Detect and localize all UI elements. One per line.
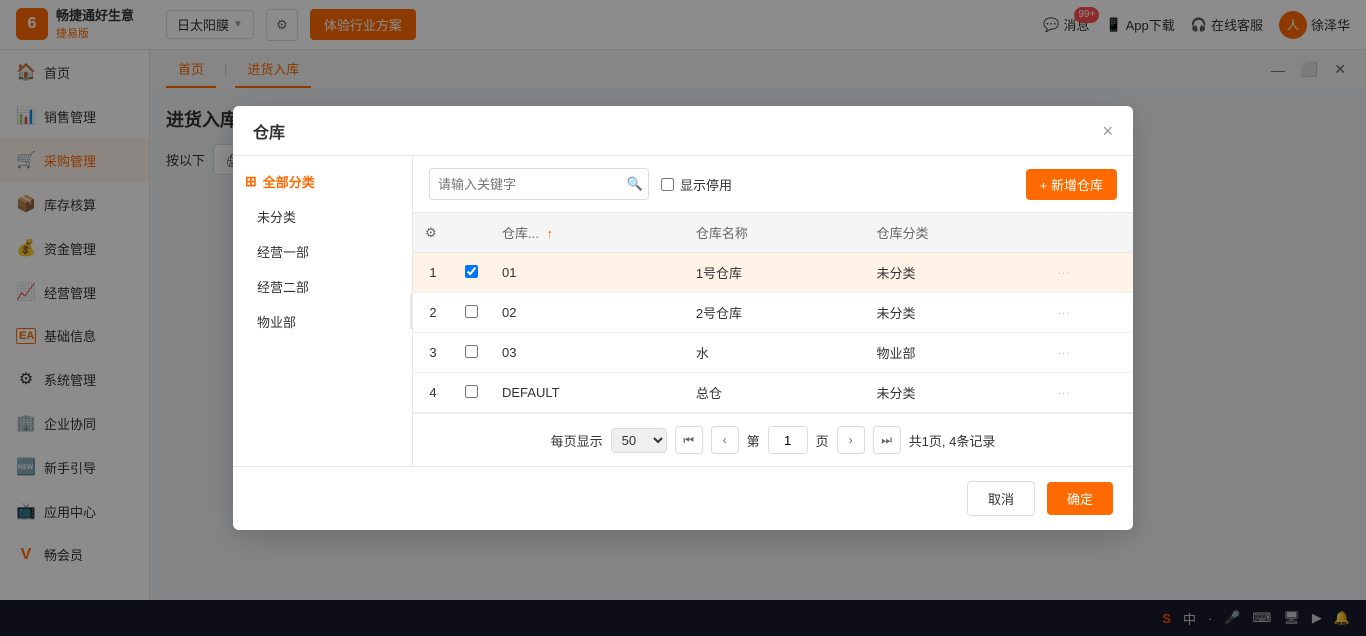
page-suffix: 页 (816, 431, 829, 450)
row-number: 2 (413, 293, 453, 333)
th-checkbox (453, 213, 490, 253)
collapse-panel-button[interactable]: « (410, 293, 413, 329)
row-name: 2号仓库 (684, 293, 865, 333)
row-checkbox[interactable] (465, 385, 478, 398)
page-input[interactable] (768, 426, 808, 454)
row-number: 4 (413, 373, 453, 413)
row-checkbox-cell[interactable] (453, 333, 490, 373)
row-actions[interactable]: ··· (1045, 333, 1133, 373)
row-name: 水 (684, 333, 865, 373)
row-number: 1 (413, 253, 453, 293)
warehouse-modal: 仓库 × ⊞ 全部分类 未分类 经营一部 经营二部 (233, 106, 1133, 530)
confirm-button[interactable]: 确定 (1047, 482, 1113, 515)
warehouse-table: ⚙ 仓库... ↑ 仓库名称 仓库分类 (413, 213, 1133, 413)
row-number: 3 (413, 333, 453, 373)
total-label: 共1页, 4条记录 (909, 431, 996, 450)
show-disabled-label[interactable]: 显示停用 (661, 175, 732, 194)
row-actions[interactable]: ··· (1045, 373, 1133, 413)
category-item-property[interactable]: 物业部 (233, 304, 412, 339)
gear-icon: ⚙ (425, 225, 437, 240)
data-table-wrap: ⚙ 仓库... ↑ 仓库名称 仓库分类 (413, 213, 1133, 413)
row-checkbox-cell[interactable] (453, 293, 490, 333)
table-panel: 🔍 显示停用 + 新增仓库 ⚙ (413, 156, 1133, 466)
row-category: 未分类 (864, 373, 1045, 413)
row-code: 03 (490, 333, 684, 373)
th-category: 仓库分类 (864, 213, 1045, 253)
category-item-ops2[interactable]: 经营二部 (233, 269, 412, 304)
table-toolbar: 🔍 显示停用 + 新增仓库 (413, 156, 1133, 213)
modal-header: 仓库 × (233, 106, 1133, 156)
category-panel: ⊞ 全部分类 未分类 经营一部 经营二部 物业部 « (233, 156, 413, 466)
category-item-ops1[interactable]: 经营一部 (233, 234, 412, 269)
row-code: 02 (490, 293, 684, 333)
search-input-wrap: 🔍 (429, 168, 649, 200)
modal-body: ⊞ 全部分类 未分类 经营一部 经营二部 物业部 « (233, 156, 1133, 466)
add-warehouse-button[interactable]: + 新增仓库 (1026, 169, 1117, 200)
modal-footer: 取消 确定 (233, 466, 1133, 530)
th-actions (1045, 213, 1133, 253)
th-code: 仓库... ↑ (490, 213, 684, 253)
row-code: DEFAULT (490, 373, 684, 413)
modal-close-button[interactable]: × (1102, 122, 1113, 140)
th-name: 仓库名称 (684, 213, 865, 253)
next-page-button[interactable]: › (837, 426, 865, 454)
first-page-button[interactable]: ⏮ (675, 426, 703, 454)
row-checkbox[interactable] (465, 305, 478, 318)
row-name: 总仓 (684, 373, 865, 413)
per-page-label: 每页显示 (551, 431, 603, 450)
page-prefix: 第 (747, 431, 760, 450)
table-row[interactable]: 1 01 1号仓库 未分类 ··· (413, 253, 1133, 293)
table-row[interactable]: 4 DEFAULT 总仓 未分类 ··· (413, 373, 1133, 413)
modal-overlay: 仓库 × ⊞ 全部分类 未分类 经营一部 经营二部 (0, 0, 1366, 636)
row-checkbox-cell[interactable] (453, 253, 490, 293)
th-settings: ⚙ (413, 213, 453, 253)
page-size-select[interactable]: 50 100 200 (611, 428, 667, 453)
last-page-button[interactable]: ⏭ (873, 426, 901, 454)
row-category: 未分类 (864, 293, 1045, 333)
show-disabled-checkbox[interactable] (661, 178, 674, 191)
sort-icon[interactable]: ↑ (546, 226, 553, 241)
row-code: 01 (490, 253, 684, 293)
grid-icon: ⊞ (245, 173, 257, 190)
prev-page-button[interactable]: ‹ (711, 426, 739, 454)
search-input[interactable] (430, 169, 622, 199)
pagination-bar: 每页显示 50 100 200 ⏮ ‹ 第 页 › ⏭ 共1页, 4条记录 (413, 413, 1133, 466)
row-category: 未分类 (864, 253, 1045, 293)
row-actions[interactable]: ··· (1045, 253, 1133, 293)
table-row[interactable]: 2 02 2号仓库 未分类 ··· (413, 293, 1133, 333)
row-checkbox[interactable] (465, 265, 478, 278)
all-categories-item[interactable]: ⊞ 全部分类 (233, 164, 412, 199)
table-row[interactable]: 3 03 水 物业部 ··· (413, 333, 1133, 373)
category-item-none[interactable]: 未分类 (233, 199, 412, 234)
search-icon[interactable]: 🔍 (622, 168, 648, 200)
row-name: 1号仓库 (684, 253, 865, 293)
cancel-button[interactable]: 取消 (967, 481, 1035, 516)
row-category: 物业部 (864, 333, 1045, 373)
row-checkbox[interactable] (465, 345, 478, 358)
row-actions[interactable]: ··· (1045, 293, 1133, 333)
modal-title: 仓库 (253, 119, 285, 143)
row-checkbox-cell[interactable] (453, 373, 490, 413)
